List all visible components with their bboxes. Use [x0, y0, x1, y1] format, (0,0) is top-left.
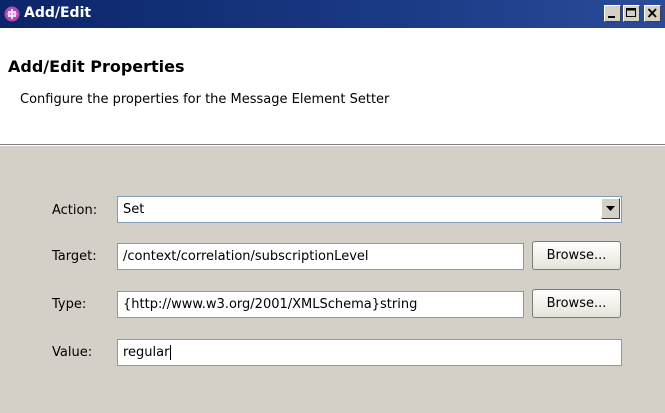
close-button[interactable]: [644, 5, 661, 22]
header-banner: Add/Edit Properties Configure the proper…: [0, 28, 665, 144]
page-description: Configure the properties for the Message…: [20, 92, 390, 107]
form-area: Action: Set Target: /context/correlation…: [0, 146, 665, 413]
title-bar[interactable]: Add/Edit: [0, 0, 665, 28]
target-browse-label: Browse...: [546, 248, 607, 263]
action-select-value: Set: [123, 202, 145, 217]
close-icon: [647, 8, 657, 18]
value-input-value: regular: [123, 345, 170, 360]
target-browse-button[interactable]: Browse...: [532, 241, 621, 270]
maximize-icon: [626, 8, 636, 17]
target-input-value: /context/correlation/subscriptionLevel: [123, 249, 369, 264]
type-label: Type:: [52, 297, 87, 312]
type-input[interactable]: {http://www.w3.org/2001/XMLSchema}string: [117, 291, 524, 318]
minimize-icon: [608, 16, 615, 18]
target-input[interactable]: /context/correlation/subscriptionLevel: [117, 243, 524, 270]
minimize-button[interactable]: [604, 5, 621, 22]
maximize-button[interactable]: [623, 5, 640, 22]
value-input[interactable]: regular: [117, 339, 622, 366]
type-input-value: {http://www.w3.org/2001/XMLSchema}string: [123, 297, 418, 312]
action-select[interactable]: Set: [117, 196, 622, 223]
chevron-down-icon: [606, 206, 615, 211]
type-browse-button[interactable]: Browse...: [532, 289, 621, 318]
window-title: Add/Edit: [24, 5, 92, 21]
action-dropdown-button[interactable]: [601, 198, 620, 219]
target-label: Target:: [52, 249, 97, 264]
type-browse-label: Browse...: [546, 296, 607, 311]
add-edit-dialog: Add/Edit Add/Edit Properties Configure t…: [0, 0, 665, 413]
text-caret: [170, 345, 172, 360]
action-label: Action:: [52, 203, 98, 218]
app-icon: [4, 6, 20, 22]
value-label: Value:: [52, 345, 93, 360]
page-title: Add/Edit Properties: [8, 57, 185, 76]
